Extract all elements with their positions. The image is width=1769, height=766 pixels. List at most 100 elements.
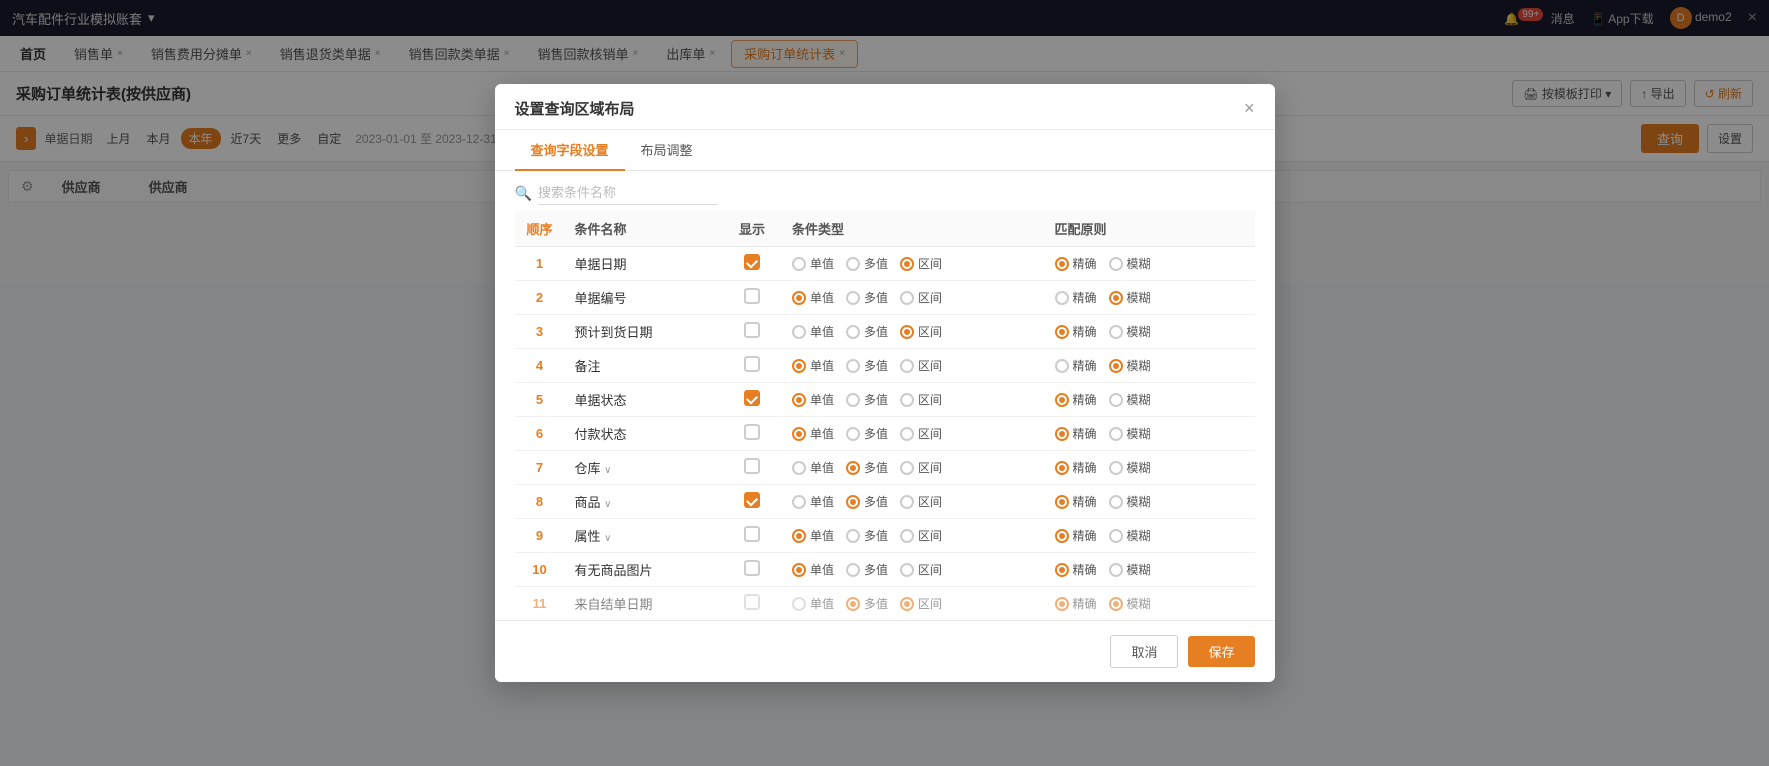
match-radio-1[interactable]: 模糊 <box>1109 391 1151 408</box>
match-radio-1[interactable]: 模糊 <box>1109 255 1151 272</box>
match-radio-1[interactable]: 模糊 <box>1109 595 1151 612</box>
match-radio-0[interactable]: 精确 <box>1055 323 1097 340</box>
display-checkbox[interactable] <box>744 560 760 576</box>
type-radio-circle-2 <box>900 529 914 543</box>
type-radio-0[interactable]: 单值 <box>792 561 834 578</box>
type-radio-0[interactable]: 单值 <box>792 255 834 272</box>
row-display[interactable] <box>722 553 782 587</box>
row-order: 1 <box>515 247 565 281</box>
row-display[interactable] <box>722 485 782 519</box>
display-checkbox[interactable] <box>744 254 760 270</box>
cancel-button[interactable]: 取消 <box>1110 635 1178 668</box>
dropdown-arrow-icon: ∨ <box>604 533 611 544</box>
match-radio-1[interactable]: 模糊 <box>1109 527 1151 544</box>
type-radio-0[interactable]: 单值 <box>792 357 834 374</box>
type-radio-1[interactable]: 多值 <box>846 357 888 374</box>
type-radio-circle-2 <box>900 257 914 271</box>
type-radio-1[interactable]: 多值 <box>846 459 888 476</box>
type-radio-0[interactable]: 单值 <box>792 459 834 476</box>
match-radio-1[interactable]: 模糊 <box>1109 561 1151 578</box>
row-display[interactable] <box>722 349 782 383</box>
match-radio-circle-1 <box>1109 563 1123 577</box>
row-display[interactable] <box>722 519 782 553</box>
match-radio-0[interactable]: 精确 <box>1055 561 1097 578</box>
type-radio-2[interactable]: 区间 <box>900 459 942 476</box>
dropdown-arrow-icon: ∨ <box>604 499 611 510</box>
type-radio-1[interactable]: 多值 <box>846 323 888 340</box>
row-display[interactable] <box>722 417 782 451</box>
display-checkbox[interactable] <box>744 458 760 474</box>
display-checkbox[interactable] <box>744 322 760 338</box>
modal-tab-query-fields[interactable]: 查询字段设置 <box>515 130 625 171</box>
display-checkbox[interactable] <box>744 526 760 542</box>
match-radio-1[interactable]: 模糊 <box>1109 425 1151 442</box>
table-row: 2单据编号单值多值区间精确模糊 <box>515 281 1255 315</box>
match-radio-1[interactable]: 模糊 <box>1109 357 1151 374</box>
modal-close-button[interactable]: × <box>1244 98 1255 119</box>
display-checkbox[interactable] <box>744 492 760 508</box>
match-radio-1[interactable]: 模糊 <box>1109 289 1151 306</box>
display-checkbox[interactable] <box>744 356 760 372</box>
type-radio-1[interactable]: 多值 <box>846 493 888 510</box>
match-radio-0[interactable]: 精确 <box>1055 357 1097 374</box>
type-radio-0[interactable]: 单值 <box>792 391 834 408</box>
type-radio-1[interactable]: 多值 <box>846 527 888 544</box>
type-radio-2[interactable]: 区间 <box>900 289 942 306</box>
row-match: 精确模糊 <box>1045 247 1255 281</box>
match-radio-0[interactable]: 精确 <box>1055 527 1097 544</box>
type-radio-2[interactable]: 区间 <box>900 493 942 510</box>
row-order: 5 <box>515 383 565 417</box>
type-radio-0[interactable]: 单值 <box>792 425 834 442</box>
modal-table: 顺序 条件名称 显示 条件类型 匹配原则 1单据日期单值多值区间精确模糊2单据编… <box>515 211 1255 620</box>
type-radio-2[interactable]: 区间 <box>900 391 942 408</box>
row-display[interactable] <box>722 451 782 485</box>
display-checkbox[interactable] <box>744 390 760 406</box>
type-radio-0[interactable]: 单值 <box>792 595 834 612</box>
match-radio-0[interactable]: 精确 <box>1055 425 1097 442</box>
type-radio-0[interactable]: 单值 <box>792 527 834 544</box>
match-radio-0[interactable]: 精确 <box>1055 289 1097 306</box>
display-checkbox[interactable] <box>744 594 760 610</box>
type-radio-1[interactable]: 多值 <box>846 289 888 306</box>
match-radio-1[interactable]: 模糊 <box>1109 493 1151 510</box>
match-radio-0[interactable]: 精确 <box>1055 493 1097 510</box>
type-radio-2[interactable]: 区间 <box>900 255 942 272</box>
match-radio-1[interactable]: 模糊 <box>1109 459 1151 476</box>
type-radio-0[interactable]: 单值 <box>792 493 834 510</box>
type-radio-circle-2 <box>900 427 914 441</box>
type-radio-2[interactable]: 区间 <box>900 595 942 612</box>
display-checkbox[interactable] <box>744 288 760 304</box>
row-display[interactable] <box>722 281 782 315</box>
type-radio-0[interactable]: 单值 <box>792 289 834 306</box>
match-radio-0[interactable]: 精确 <box>1055 391 1097 408</box>
match-radio-0[interactable]: 精确 <box>1055 595 1097 612</box>
search-input[interactable] <box>538 181 718 205</box>
row-display[interactable] <box>722 383 782 417</box>
type-radio-1[interactable]: 多值 <box>846 595 888 612</box>
modal-header: 设置查询区域布局 × <box>495 84 1275 130</box>
type-radio-1[interactable]: 多值 <box>846 391 888 408</box>
row-display[interactable] <box>722 315 782 349</box>
modal-tab-layout[interactable]: 布局调整 <box>625 130 709 171</box>
type-radio-2[interactable]: 区间 <box>900 561 942 578</box>
type-radio-2[interactable]: 区间 <box>900 323 942 340</box>
type-radio-2[interactable]: 区间 <box>900 425 942 442</box>
col-header-name: 条件名称 <box>565 211 723 247</box>
type-radio-2[interactable]: 区间 <box>900 527 942 544</box>
type-radio-0[interactable]: 单值 <box>792 323 834 340</box>
type-radio-2[interactable]: 区间 <box>900 357 942 374</box>
match-radio-0[interactable]: 精确 <box>1055 255 1097 272</box>
type-radio-circle-2 <box>900 461 914 475</box>
save-button[interactable]: 保存 <box>1188 636 1254 667</box>
type-radio-1[interactable]: 多值 <box>846 255 888 272</box>
display-checkbox[interactable] <box>744 424 760 440</box>
row-display[interactable] <box>722 587 782 621</box>
type-radio-circle-0 <box>792 257 806 271</box>
match-radio-0[interactable]: 精确 <box>1055 459 1097 476</box>
row-display[interactable] <box>722 247 782 281</box>
type-radio-1[interactable]: 多值 <box>846 561 888 578</box>
type-radio-1[interactable]: 多值 <box>846 425 888 442</box>
row-match: 精确模糊 <box>1045 451 1255 485</box>
type-radio-circle-1 <box>846 359 860 373</box>
match-radio-1[interactable]: 模糊 <box>1109 323 1151 340</box>
